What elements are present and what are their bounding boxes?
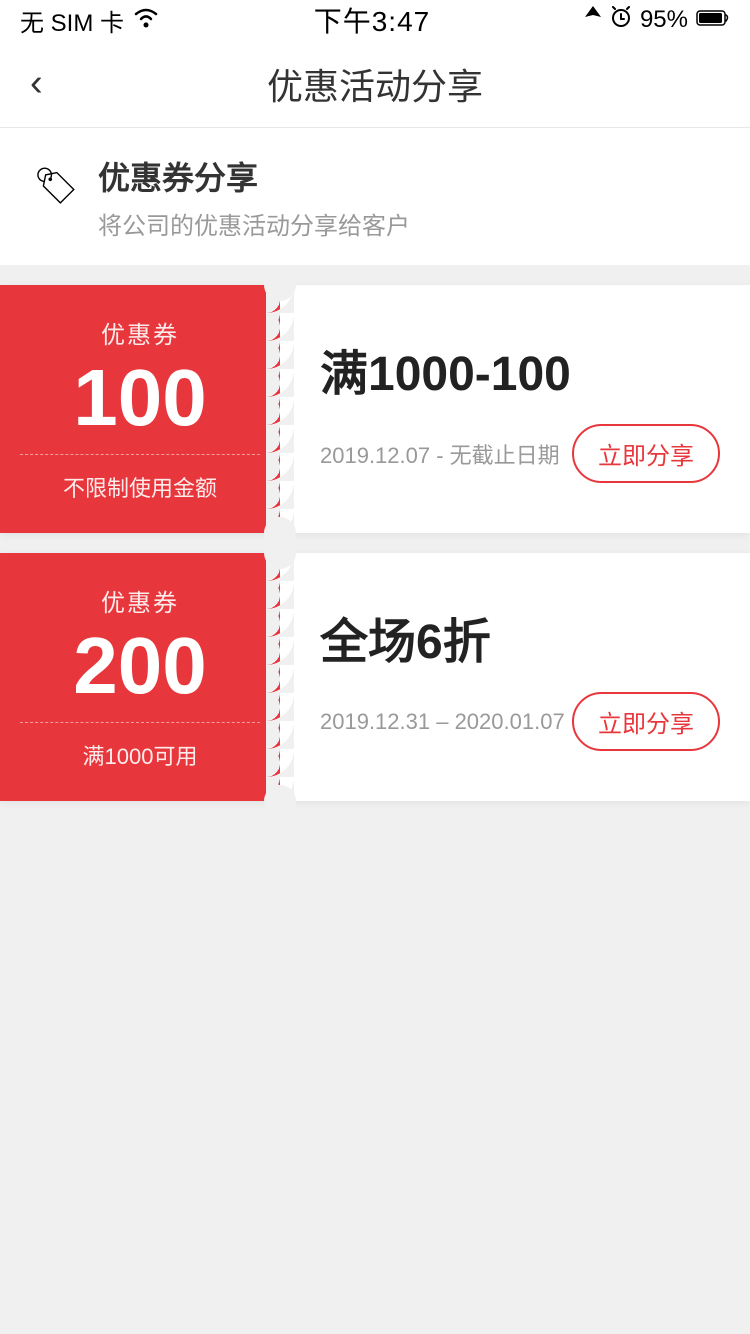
coupon-list: 优惠券 100 不限制使用金额 满1000-100 2019.12.07 - 无… <box>0 285 750 801</box>
coupon-right-2: 全场6折 2019.12.31 – 2020.01.07 立即分享 <box>280 553 750 801</box>
coupon-date-1: 2019.12.07 - 无截止日期 <box>320 438 560 470</box>
wifi-icon <box>132 6 160 35</box>
alarm-icon <box>610 6 632 35</box>
status-time: 下午3:47 <box>314 0 431 40</box>
notch-top-1 <box>264 269 296 301</box>
coupon-share-button-2[interactable]: 立即分享 <box>572 692 720 751</box>
coupon-footer-1: 2019.12.07 - 无截止日期 立即分享 <box>320 424 720 483</box>
section-subtitle: 将公司的优惠活动分享给客户 <box>98 206 410 241</box>
coupon-condition-1: 不限制使用金额 <box>63 471 217 503</box>
location-icon <box>584 5 602 36</box>
coupon-divider-1 <box>20 454 260 455</box>
coupon-label-1: 优惠券 <box>101 315 179 350</box>
notch-top-2 <box>264 537 296 569</box>
coupon-card: 优惠券 100 不限制使用金额 满1000-100 2019.12.07 - 无… <box>0 285 750 533</box>
coupon-date-2: 2019.12.31 – 2020.01.07 <box>320 709 565 735</box>
notch-bottom-2 <box>264 785 296 817</box>
section-header: 🏷 优惠券分享 将公司的优惠活动分享给客户 <box>0 128 750 265</box>
coupon-right-1: 满1000-100 2019.12.07 - 无截止日期 立即分享 <box>280 285 750 533</box>
coupon-name-1: 满1000-100 <box>320 334 720 404</box>
page-title: 优惠活动分享 <box>267 58 483 110</box>
coupon-share-button-1[interactable]: 立即分享 <box>572 424 720 483</box>
coupon-name-2: 全场6折 <box>320 602 720 672</box>
status-left: 无 SIM 卡 <box>20 3 160 38</box>
battery-icon <box>696 6 730 34</box>
status-right: 95% <box>584 5 730 36</box>
coupon-footer-2: 2019.12.31 – 2020.01.07 立即分享 <box>320 692 720 751</box>
status-bar: 无 SIM 卡 下午3:47 95% <box>0 0 750 40</box>
section-text: 优惠券分享 将公司的优惠活动分享给客户 <box>98 158 410 241</box>
coupon-divider-2 <box>20 722 260 723</box>
section-title: 优惠券分享 <box>98 158 410 200</box>
coupon-card-2: 优惠券 200 满1000可用 全场6折 2019.12.31 – 2020.0… <box>0 553 750 801</box>
coupon-left-1: 优惠券 100 不限制使用金额 <box>0 285 280 533</box>
coupon-left-2: 优惠券 200 满1000可用 <box>0 553 280 801</box>
coupon-amount-1: 100 <box>73 358 206 438</box>
coupon-amount-2: 200 <box>73 626 206 706</box>
back-button[interactable]: ‹ <box>30 62 43 105</box>
sim-text: 无 SIM 卡 <box>20 3 124 38</box>
nav-bar: ‹ 优惠活动分享 <box>0 40 750 128</box>
coupon-condition-2: 满1000可用 <box>83 739 198 771</box>
section-icon: 🏷 <box>30 160 82 212</box>
battery-percent: 95% <box>640 6 688 34</box>
coupon-label-2: 优惠券 <box>101 583 179 618</box>
